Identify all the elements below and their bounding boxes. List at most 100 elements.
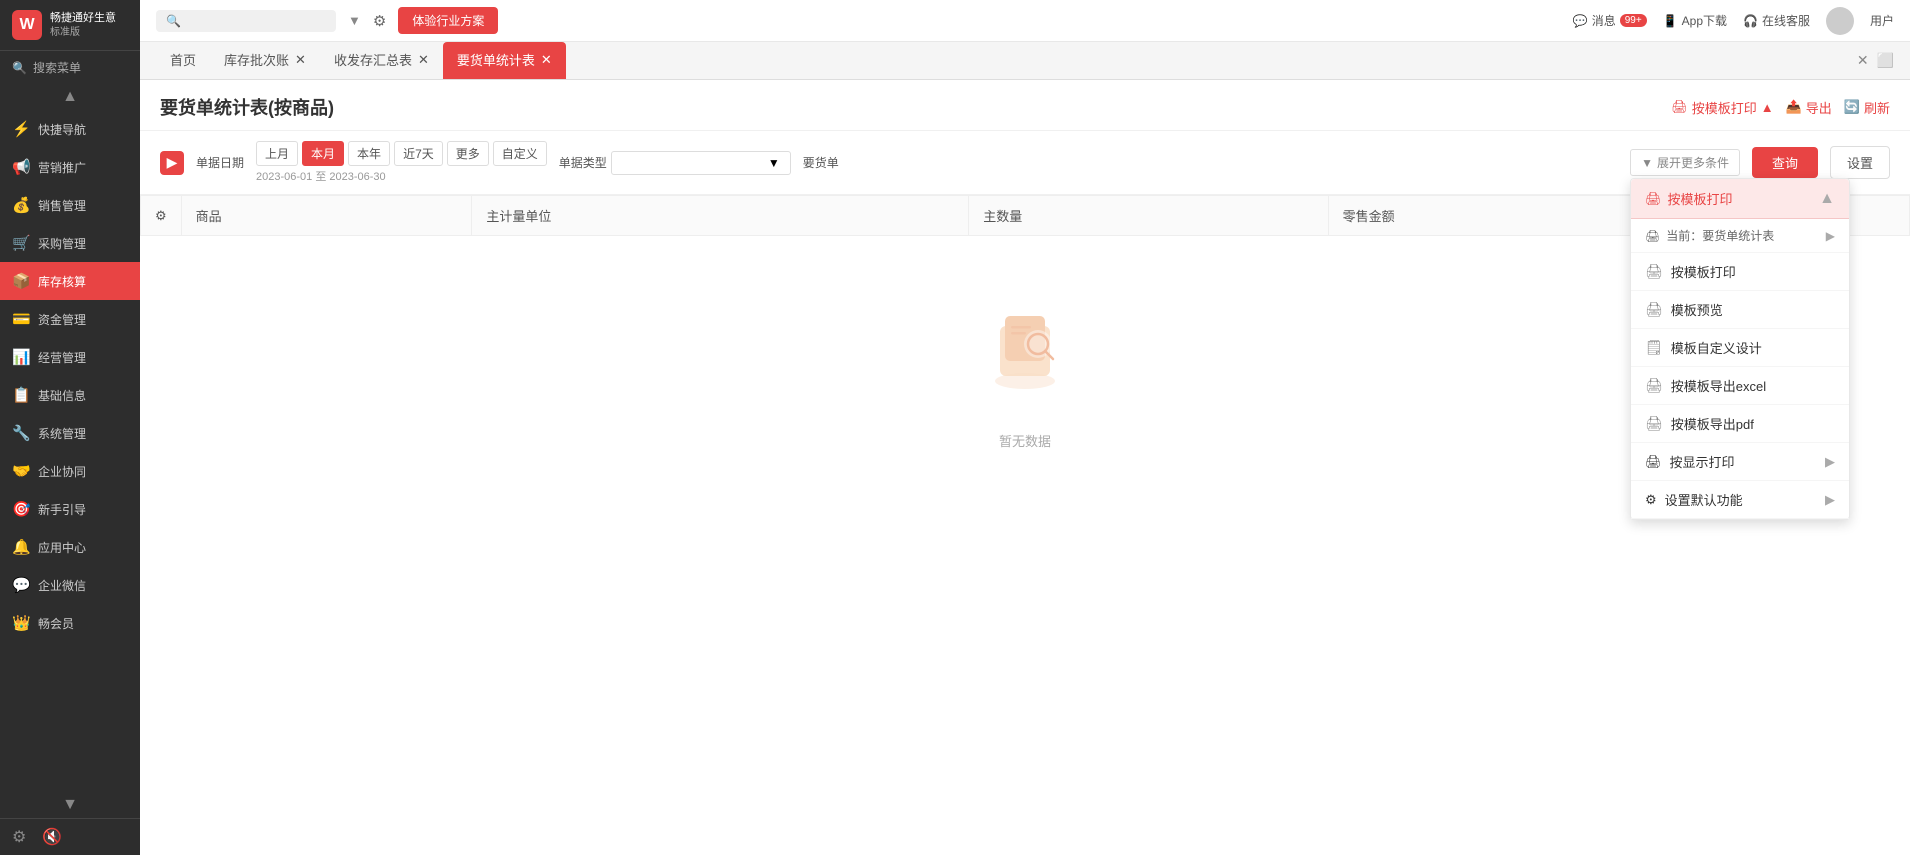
sidebar-item-sales[interactable]: 💰 销售管理 (0, 186, 140, 224)
tab-close-receipt-summary[interactable]: ✕ (418, 52, 429, 68)
online-service-item[interactable]: 🎧 在线客服 (1743, 12, 1810, 29)
set-default-icon: ⚙ (1645, 492, 1657, 508)
tab-close-batch-account[interactable]: ✕ (295, 52, 306, 68)
sidebar-item-quick-nav[interactable]: ⚡ 快捷导航 (0, 110, 140, 148)
design-icon: 🗒 (1645, 339, 1663, 356)
print-dropdown-close[interactable]: ▲ (1819, 190, 1835, 208)
last-7-days-btn[interactable]: 近7天 (394, 141, 443, 166)
empty-icon (975, 296, 1075, 415)
settings-button[interactable]: 设置 (1830, 146, 1890, 179)
order-category-label: 要货单 (803, 154, 839, 171)
app-download-item[interactable]: 📱 App下载 (1663, 12, 1727, 29)
sidebar-menu: ⚡ 快捷导航 📢 营销推广 💰 销售管理 🛒 采购管理 📦 库存核算 💳 资金管… (0, 110, 140, 792)
refresh-button[interactable]: 🔄 刷新 (1844, 98, 1890, 117)
tab-batch-account[interactable]: 库存批次账 ✕ (210, 42, 320, 79)
enterprise-icon: 🤝 (12, 462, 30, 480)
custom-date-btn[interactable]: 自定义 (493, 141, 547, 166)
purchase-icon: 🛒 (12, 234, 30, 252)
page-content-area: 要货单统计表(按商品) 🖨 按模板打印 ▲ 📤 导出 🔄 刷新 ▶ (140, 80, 1910, 855)
print-template-button[interactable]: 🖨 按模板打印 ▲ (1671, 98, 1773, 117)
this-month-btn[interactable]: 本月 (302, 141, 344, 166)
sidebar-item-finance[interactable]: 💳 资金管理 (0, 300, 140, 338)
export-excel-item[interactable]: 🖨 按模板导出excel (1631, 367, 1849, 405)
phone-icon: 📱 (1663, 14, 1678, 28)
sidebar-item-wechat[interactable]: 💬 企业微信 (0, 566, 140, 604)
preview-icon: 🖨 (1645, 301, 1663, 318)
operations-icon: 📊 (12, 348, 30, 366)
empty-text: 暂无数据 (999, 431, 1051, 450)
user-avatar[interactable] (1826, 7, 1854, 35)
sidebar-item-operations[interactable]: 📊 经营管理 (0, 338, 140, 376)
print-template-item[interactable]: 🖨 按模板打印 (1631, 253, 1849, 291)
page-title: 要货单统计表(按商品) (160, 94, 334, 120)
export-button[interactable]: 📤 导出 (1786, 98, 1832, 117)
sidebar-item-enterprise[interactable]: 🤝 企业协同 (0, 452, 140, 490)
quick-nav-icon: ⚡ (12, 120, 30, 138)
tab-home[interactable]: 首页 (156, 42, 210, 79)
print-dropdown-header: 🖨 按模板打印 ▲ (1631, 179, 1849, 219)
sidebar-footer: ⚙ 🔇 (0, 818, 140, 855)
messages-item[interactable]: 💬 消息 99+ (1573, 12, 1647, 29)
expand-conditions-button[interactable]: ▼ 展开更多条件 (1630, 149, 1740, 176)
topbar-gear-icon[interactable]: ⚙ (373, 12, 386, 30)
tab-receipt-summary[interactable]: 收发存汇总表 ✕ (320, 42, 443, 79)
preview-template-item[interactable]: 🖨 模板预览 (1631, 291, 1849, 329)
guide-icon: 🎯 (12, 500, 30, 518)
tabs-bar: 首页 库存批次账 ✕ 收发存汇总表 ✕ 要货单统计表 ✕ ✕ ⬜ (140, 42, 1910, 80)
audio-footer-icon[interactable]: 🔇 (42, 827, 62, 847)
this-year-btn[interactable]: 本年 (348, 141, 390, 166)
window-maximize-button[interactable]: ⬜ (1877, 52, 1894, 69)
member-icon: 👑 (12, 614, 30, 632)
current-print-icon: 🖨 (1645, 229, 1660, 243)
finance-icon: 💳 (12, 310, 30, 328)
sidebar-scroll-up[interactable]: ▲ (0, 84, 140, 110)
filter-expand-arrow[interactable]: ▶ (160, 151, 184, 175)
sidebar-item-inventory[interactable]: 📦 库存核算 (0, 262, 140, 300)
service-icon: 🎧 (1743, 14, 1758, 28)
set-default-arrow: ▶ (1825, 492, 1835, 508)
export-pdf-item[interactable]: 🖨 按模板导出pdf (1631, 405, 1849, 443)
print-dropdown-arrow: ▲ (1761, 100, 1774, 115)
topbar-search-box[interactable]: 🔍 (156, 10, 336, 32)
topbar-right-area: 💬 消息 99+ 📱 App下载 🎧 在线客服 用户 (1573, 7, 1894, 35)
print-template-icon: 🖨 (1645, 263, 1663, 280)
query-button[interactable]: 查询 (1752, 147, 1818, 178)
inventory-icon: 📦 (12, 272, 30, 290)
print-dropdown-title: 🖨 按模板打印 (1645, 189, 1733, 208)
table-header-product: 商品 (181, 196, 472, 236)
topbar-search-icon: 🔍 (166, 14, 181, 28)
tab-order-stats[interactable]: 要货单统计表 ✕ (443, 42, 566, 79)
custom-design-item[interactable]: 🗒 模板自定义设计 (1631, 329, 1849, 367)
sidebar-item-system[interactable]: 🔧 系统管理 (0, 414, 140, 452)
page-header-actions: 🖨 按模板打印 ▲ 📤 导出 🔄 刷新 (1671, 98, 1890, 117)
page-header: 要货单统计表(按商品) 🖨 按模板打印 ▲ 📤 导出 🔄 刷新 (140, 80, 1910, 131)
order-type-select[interactable]: ▼ (611, 151, 791, 175)
settings-footer-icon[interactable]: ⚙ (12, 827, 26, 847)
industry-solution-button[interactable]: 体验行业方案 (398, 7, 498, 34)
sidebar-scroll-down[interactable]: ▼ (0, 792, 140, 818)
more-date-btn[interactable]: 更多 (447, 141, 489, 166)
excel-icon: 🖨 (1645, 377, 1663, 394)
refresh-icon: 🔄 (1844, 99, 1860, 115)
table-header-unit: 主计量单位 (472, 196, 969, 236)
topbar-dropdown-arrow[interactable]: ▼ (348, 13, 361, 28)
display-print-item[interactable]: 🖨 按显示打印 ▶ (1631, 443, 1849, 481)
last-month-btn[interactable]: 上月 (256, 141, 298, 166)
window-controls: ✕ ⬜ (1857, 52, 1894, 69)
tab-close-order-stats[interactable]: ✕ (541, 52, 552, 68)
table-header-settings[interactable]: ⚙ (141, 196, 182, 236)
print-dropdown-current: 🖨 当前：要货单统计表 ▶ (1631, 219, 1849, 253)
sidebar-logo: W 畅捷通好生意 标准版 (0, 0, 140, 51)
set-default-item[interactable]: ⚙ 设置默认功能 ▶ (1631, 481, 1849, 519)
sidebar-item-apps[interactable]: 🔔 应用中心 (0, 528, 140, 566)
window-close-button[interactable]: ✕ (1857, 52, 1869, 69)
sidebar-item-purchase[interactable]: 🛒 采购管理 (0, 224, 140, 262)
sidebar-item-guide[interactable]: 🎯 新手引导 (0, 490, 140, 528)
sidebar-item-member[interactable]: 👑 畅会员 (0, 604, 140, 642)
app-logo-icon: W (12, 10, 42, 40)
sidebar-item-basic[interactable]: 📋 基础信息 (0, 376, 140, 414)
sidebar-item-marketing[interactable]: 📢 营销推广 (0, 148, 140, 186)
print-dropdown: 🖨 按模板打印 ▲ 🖨 当前：要货单统计表 ▶ 🖨 按模板打印 🖨 模板预览 (1630, 178, 1850, 520)
topbar: 🔍 ▼ ⚙ 体验行业方案 💬 消息 99+ 📱 App下载 🎧 在线客服 用户 (140, 0, 1910, 42)
search-menu[interactable]: 🔍 搜索菜单 (0, 51, 140, 84)
